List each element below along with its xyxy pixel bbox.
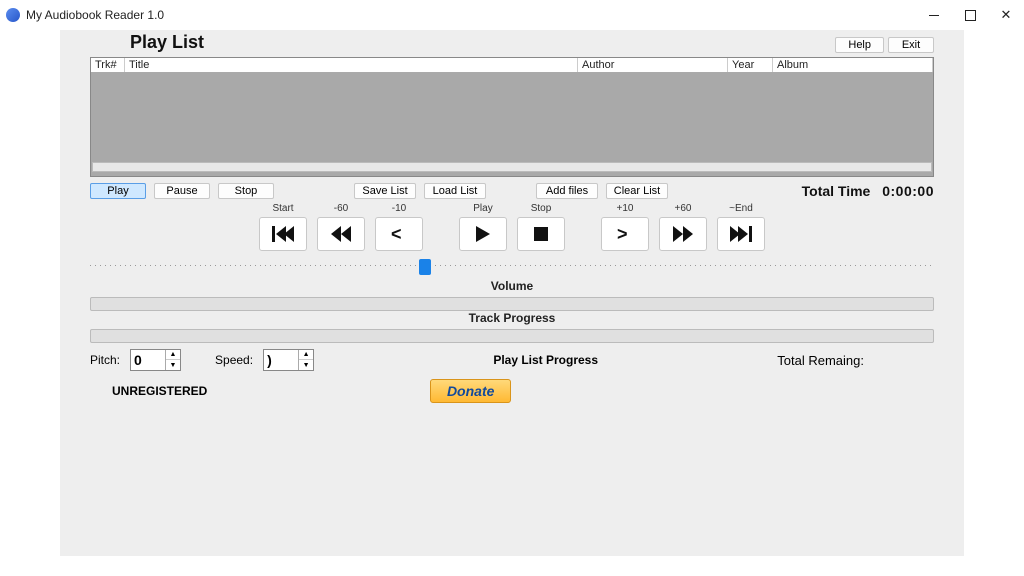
speed-input[interactable]: [264, 352, 298, 368]
track-progress-label: Track Progress: [90, 311, 934, 325]
window-title: My Audiobook Reader 1.0: [26, 8, 164, 22]
total-time-value: 0:00:00: [882, 183, 934, 199]
ffwd-icon: [673, 226, 693, 242]
speed-label: Speed:: [215, 353, 253, 367]
transport-m60-button[interactable]: [317, 217, 365, 251]
col-album[interactable]: Album: [773, 58, 933, 72]
play-icon: [476, 226, 490, 242]
step-fwd-icon: >: [617, 226, 633, 242]
unregistered-label: UNREGISTERED: [112, 384, 207, 398]
speed-up[interactable]: ▲: [299, 350, 313, 360]
transport-start-button[interactable]: [259, 217, 307, 251]
slider-track: [90, 265, 934, 266]
svg-text:>: >: [617, 226, 628, 242]
load-list-button[interactable]: Load List: [424, 183, 486, 199]
track-progress-bar[interactable]: [90, 297, 934, 311]
rewind-icon: [331, 226, 351, 242]
pitch-down[interactable]: ▼: [166, 360, 180, 370]
app-icon: [6, 8, 20, 22]
playlist-progress-label: Play List Progress: [493, 353, 598, 367]
window-controls: [916, 0, 1024, 30]
exit-button[interactable]: Exit: [888, 37, 934, 53]
transport-stop-button[interactable]: [517, 217, 565, 251]
titlebar: My Audiobook Reader 1.0: [0, 0, 1024, 30]
transport-m10-button[interactable]: <: [375, 217, 423, 251]
transport-end-button[interactable]: [717, 217, 765, 251]
speed-down[interactable]: ▼: [299, 360, 313, 370]
stop-icon: [534, 227, 548, 241]
transport-p60-label: +60: [675, 203, 692, 217]
col-trk[interactable]: Trk#: [91, 58, 125, 72]
step-back-icon: <: [391, 226, 407, 242]
total-time-label: Total Time: [802, 183, 871, 199]
transport-play-label: Play: [473, 203, 492, 217]
pause-button[interactable]: Pause: [154, 183, 210, 199]
clear-list-button[interactable]: Clear List: [606, 183, 668, 199]
donate-button[interactable]: Donate: [430, 379, 511, 403]
playlist-heading: Play List: [130, 32, 204, 53]
add-files-button[interactable]: Add files: [536, 183, 598, 199]
table-hscrollbar[interactable]: [92, 162, 932, 172]
transport-start-label: Start: [272, 203, 293, 217]
minimize-button[interactable]: [916, 0, 952, 30]
pitch-input[interactable]: [131, 352, 165, 368]
slider-thumb[interactable]: [419, 259, 431, 275]
transport-stop-label: Stop: [531, 203, 552, 217]
table-header: Trk# Title Author Year Album: [91, 58, 933, 73]
pitch-label: Pitch:: [90, 353, 120, 367]
svg-text:<: <: [391, 226, 402, 242]
pitch-field[interactable]: ▲▼: [130, 349, 181, 371]
client-area: Play List Help Exit Trk# Title Author Ye…: [60, 30, 964, 556]
save-list-button[interactable]: Save List: [354, 183, 416, 199]
transport-m10-label: -10: [392, 203, 406, 217]
close-button[interactable]: [988, 0, 1024, 30]
pitch-up[interactable]: ▲: [166, 350, 180, 360]
skip-end-icon: [730, 226, 752, 242]
maximize-button[interactable]: [952, 0, 988, 30]
playlist-table[interactable]: Trk# Title Author Year Album: [90, 57, 934, 177]
transport-m60-label: -60: [334, 203, 348, 217]
total-remaining-label: Total Remaing:: [777, 353, 864, 368]
skip-start-icon: [272, 226, 294, 242]
volume-slider[interactable]: [90, 257, 934, 275]
stop-button[interactable]: Stop: [218, 183, 274, 199]
play-button[interactable]: Play: [90, 183, 146, 199]
transport-p60-button[interactable]: [659, 217, 707, 251]
volume-label: Volume: [90, 279, 934, 293]
col-year[interactable]: Year: [728, 58, 773, 72]
speed-field[interactable]: ▲▼: [263, 349, 314, 371]
help-button[interactable]: Help: [835, 37, 884, 53]
transport-p10-button[interactable]: >: [601, 217, 649, 251]
transport-p10-label: +10: [617, 203, 634, 217]
col-author[interactable]: Author: [578, 58, 728, 72]
col-title[interactable]: Title: [125, 58, 578, 72]
transport-play-button[interactable]: [459, 217, 507, 251]
total-time: Total Time 0:00:00: [802, 183, 934, 199]
transport-end-label: ~End: [729, 203, 753, 217]
playlist-progress-bar[interactable]: [90, 329, 934, 343]
